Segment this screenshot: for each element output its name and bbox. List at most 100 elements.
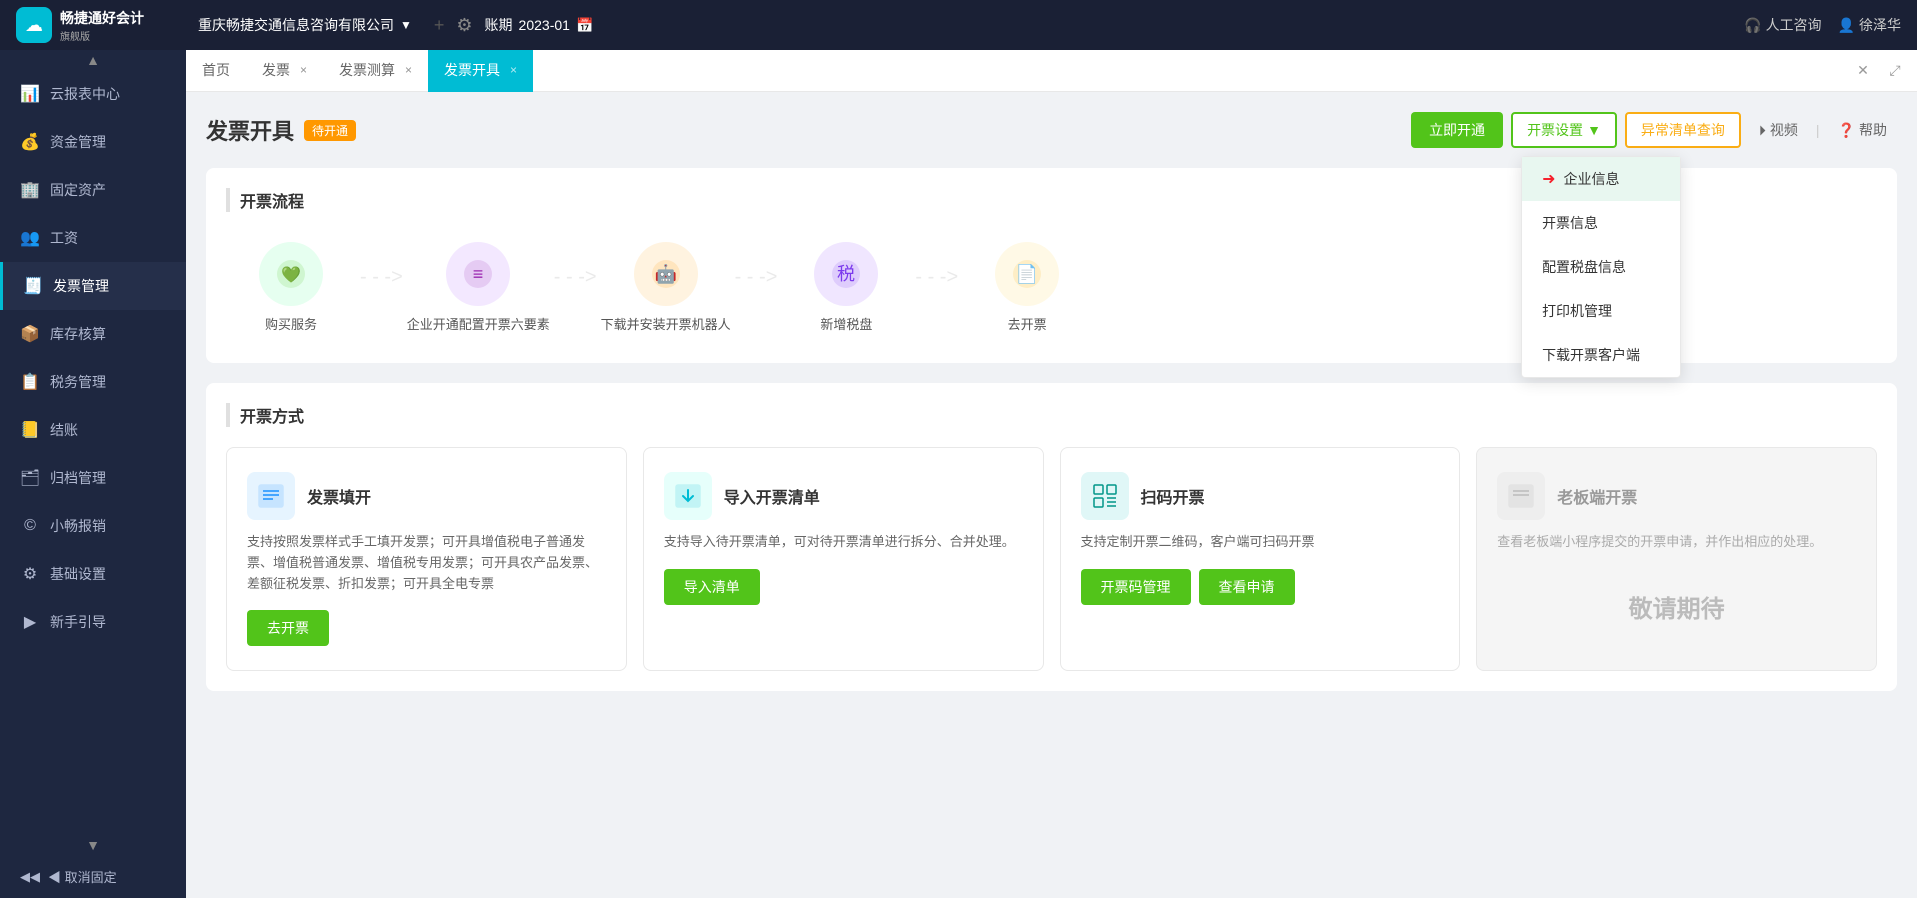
- method-card-scan-code: 扫码开票 支持定制开票二维码，客户端可扫码开票 开票码管理 查看申请: [1060, 447, 1461, 671]
- dropdown-item-invoice-info[interactable]: 开票信息: [1522, 201, 1680, 245]
- go-invoice-button[interactable]: 去开票: [247, 610, 329, 646]
- anomaly-button[interactable]: 异常清单查询: [1625, 112, 1741, 148]
- sidebar-item-archive[interactable]: 🗂 归档管理: [0, 454, 186, 502]
- scroll-down-icon[interactable]: ▼: [0, 835, 186, 855]
- dropdown-item-printer[interactable]: 打印机管理: [1522, 289, 1680, 333]
- sidebar-item-label: 结账: [50, 420, 78, 440]
- sidebar-item-xiaochang[interactable]: © 小畅报销: [0, 502, 186, 550]
- company-name: 重庆畅捷交通信息咨询有限公司: [198, 15, 394, 35]
- page-header: 发票开具 待开通 立即开通 开票设置 ▼ 异常清单查询 ⏵ 视频: [206, 112, 1897, 148]
- settings-button-label: 开票设置: [1527, 120, 1583, 140]
- svg-text:🤖: 🤖: [654, 263, 676, 284]
- sidebar-item-cloud-report[interactable]: 📊 云报表中心: [0, 70, 186, 118]
- tab-home[interactable]: 首页: [186, 50, 246, 92]
- tab-invoice-close[interactable]: ×: [300, 63, 307, 77]
- svg-text:税: 税: [837, 264, 855, 284]
- period-label: 账期: [485, 15, 513, 35]
- sidebar-item-label: 资金管理: [50, 132, 106, 152]
- tab-bar: 首页 发票 × 发票测算 × 发票开具 × ✕ ⤢: [186, 50, 1917, 92]
- sidebar-item-label: 税务管理: [50, 372, 106, 392]
- sidebar-item-fund-mgmt[interactable]: 💰 资金管理: [0, 118, 186, 166]
- method-card-import-list: 导入开票清单 支持导入待开票清单，可对待开票清单进行拆分、合并处理。 导入清单: [643, 447, 1044, 671]
- dropdown-item-company-info[interactable]: ➜ 企业信息: [1522, 157, 1680, 201]
- view-apply-button[interactable]: 查看申请: [1199, 569, 1295, 605]
- page-content: 发票开具 待开通 立即开通 开票设置 ▼ 异常清单查询 ⏵ 视频: [186, 92, 1917, 898]
- sidebar-item-label: 工资: [50, 228, 78, 248]
- support-item[interactable]: 🎧 人工咨询: [1744, 15, 1821, 35]
- dropdown-item-download-client[interactable]: 下载开票客户端: [1522, 333, 1680, 377]
- page-actions: 立即开通 开票设置 ▼ 异常清单查询 ⏵ 视频 | ❓: [1411, 112, 1897, 148]
- tab-invoice-issue-close[interactable]: ×: [510, 63, 517, 77]
- qrcode-mgmt-button[interactable]: 开票码管理: [1081, 569, 1191, 605]
- logo-area: ☁ 畅捷通好会计 旗舰版: [16, 7, 176, 43]
- dropdown-item-label: 打印机管理: [1542, 301, 1612, 321]
- method-desc-1: 支持按照发票样式手工填开发票；可开具增值税电子普通发票、增值税普通发票、增值税专…: [247, 532, 606, 594]
- methods-section: 开票方式 发票填开 支持按照发票样式手工填开发票；可开具增值税电子普通发票、增值…: [206, 383, 1897, 691]
- sidebar-item-label: 归档管理: [50, 468, 106, 488]
- video-button[interactable]: ⏵ 视频: [1749, 114, 1808, 146]
- method-card-header-4: 老板端开票: [1497, 472, 1856, 520]
- method-title-4: 老板端开票: [1557, 484, 1637, 508]
- tab-close-button[interactable]: ✕: [1849, 57, 1877, 85]
- chevron-down-icon: ▼: [400, 18, 412, 32]
- settings-icon[interactable]: ⚙: [456, 15, 472, 36]
- logo-icon: ☁: [16, 7, 52, 43]
- flow-step-buy-service: 💚 购买服务: [226, 242, 356, 333]
- scan-code-icon: [1081, 472, 1129, 520]
- step-icon-go-invoice: 📄: [995, 242, 1059, 306]
- gear-icon: ⚙: [20, 564, 40, 584]
- calendar-icon[interactable]: 📅: [576, 17, 593, 34]
- company-selector[interactable]: 重庆畅捷交通信息咨询有限公司 ▼: [188, 9, 422, 41]
- flow-step-go-invoice: 📄 去开票: [962, 242, 1092, 333]
- sidebar-item-fixed-assets[interactable]: 🏢 固定资产: [0, 166, 186, 214]
- dropdown-item-label: 企业信息: [1563, 169, 1619, 189]
- tab-invoice-calc-close[interactable]: ×: [405, 63, 412, 77]
- dropdown-item-tax-disk[interactable]: 配置税盘信息: [1522, 245, 1680, 289]
- box-icon: 📦: [20, 324, 40, 344]
- headset-icon: 🎧: [1744, 17, 1761, 34]
- logo-subtitle: 旗舰版: [60, 28, 144, 43]
- tab-invoice-issue[interactable]: 发票开具 ×: [428, 50, 533, 92]
- sidebar-item-payroll[interactable]: 👥 工资: [0, 214, 186, 262]
- divider: +: [434, 15, 445, 36]
- help-button[interactable]: ❓ 帮助: [1828, 114, 1897, 146]
- period-info: 账期 2023-01 📅: [485, 15, 594, 35]
- sidebar-item-guide[interactable]: ▶ 新手引导: [0, 598, 186, 646]
- sidebar-nav: 📊 云报表中心 💰 资金管理 🏢 固定资产 👥 工资 🧾 发票管理: [0, 70, 186, 835]
- unpin-button[interactable]: ◀◀ ◀ 取消固定: [0, 855, 186, 898]
- sidebar-item-invoice-mgmt[interactable]: 🧾 发票管理: [0, 262, 186, 310]
- help-label: 帮助: [1859, 120, 1887, 140]
- methods-section-title: 开票方式: [226, 403, 1877, 427]
- settings-dropdown-button[interactable]: 开票设置 ▼: [1511, 112, 1617, 148]
- sidebar-item-accounting[interactable]: 📒 结账: [0, 406, 186, 454]
- tab-invoice[interactable]: 发票 ×: [246, 50, 323, 92]
- import-list-icon: [664, 472, 712, 520]
- dropdown-item-label: 配置税盘信息: [1542, 257, 1626, 277]
- method-card-boss-invoice: 老板端开票 查看老板端小程序提交的开票申请，并作出相应的处理。 敬请期待: [1476, 447, 1877, 671]
- svg-text:≡: ≡: [473, 264, 484, 284]
- method-card-manual-fill: 发票填开 支持按照发票样式手工填开发票；可开具增值税电子普通发票、增值税普通发票…: [226, 447, 627, 671]
- tab-invoice-calc-label: 发票测算: [339, 60, 395, 80]
- method-card-header-1: 发票填开: [247, 472, 606, 520]
- activate-button[interactable]: 立即开通: [1411, 112, 1503, 148]
- sidebar-item-inventory[interactable]: 📦 库存核算: [0, 310, 186, 358]
- sidebar-item-label: 云报表中心: [50, 84, 120, 104]
- chart-icon: 📊: [20, 84, 40, 104]
- video-label: 视频: [1770, 120, 1798, 140]
- unpin-icon: ◀◀: [20, 869, 40, 885]
- manual-fill-icon: [247, 472, 295, 520]
- import-list-button[interactable]: 导入清单: [664, 569, 760, 605]
- sidebar-item-tax-mgmt[interactable]: 📋 税务管理: [0, 358, 186, 406]
- scroll-up-icon[interactable]: ▲: [0, 50, 186, 70]
- method-card-header-3: 扫码开票: [1081, 472, 1440, 520]
- tab-invoice-calc[interactable]: 发票测算 ×: [323, 50, 428, 92]
- method-title-1: 发票填开: [307, 484, 371, 508]
- method-cards: 发票填开 支持按照发票样式手工填开发票；可开具增值税电子普通发票、增值税普通发票…: [226, 447, 1877, 671]
- method-title-2: 导入开票清单: [724, 484, 820, 508]
- archive-icon: 🗂: [20, 468, 40, 488]
- user-item[interactable]: 👤 徐泽华: [1838, 15, 1901, 35]
- method-desc-4: 查看老板端小程序提交的开票申请，并作出相应的处理。: [1497, 532, 1856, 553]
- tab-maximize-button[interactable]: ⤢: [1881, 57, 1909, 85]
- sidebar-item-settings[interactable]: ⚙ 基础设置: [0, 550, 186, 598]
- flow-arrow-4: - - ->: [915, 266, 958, 309]
